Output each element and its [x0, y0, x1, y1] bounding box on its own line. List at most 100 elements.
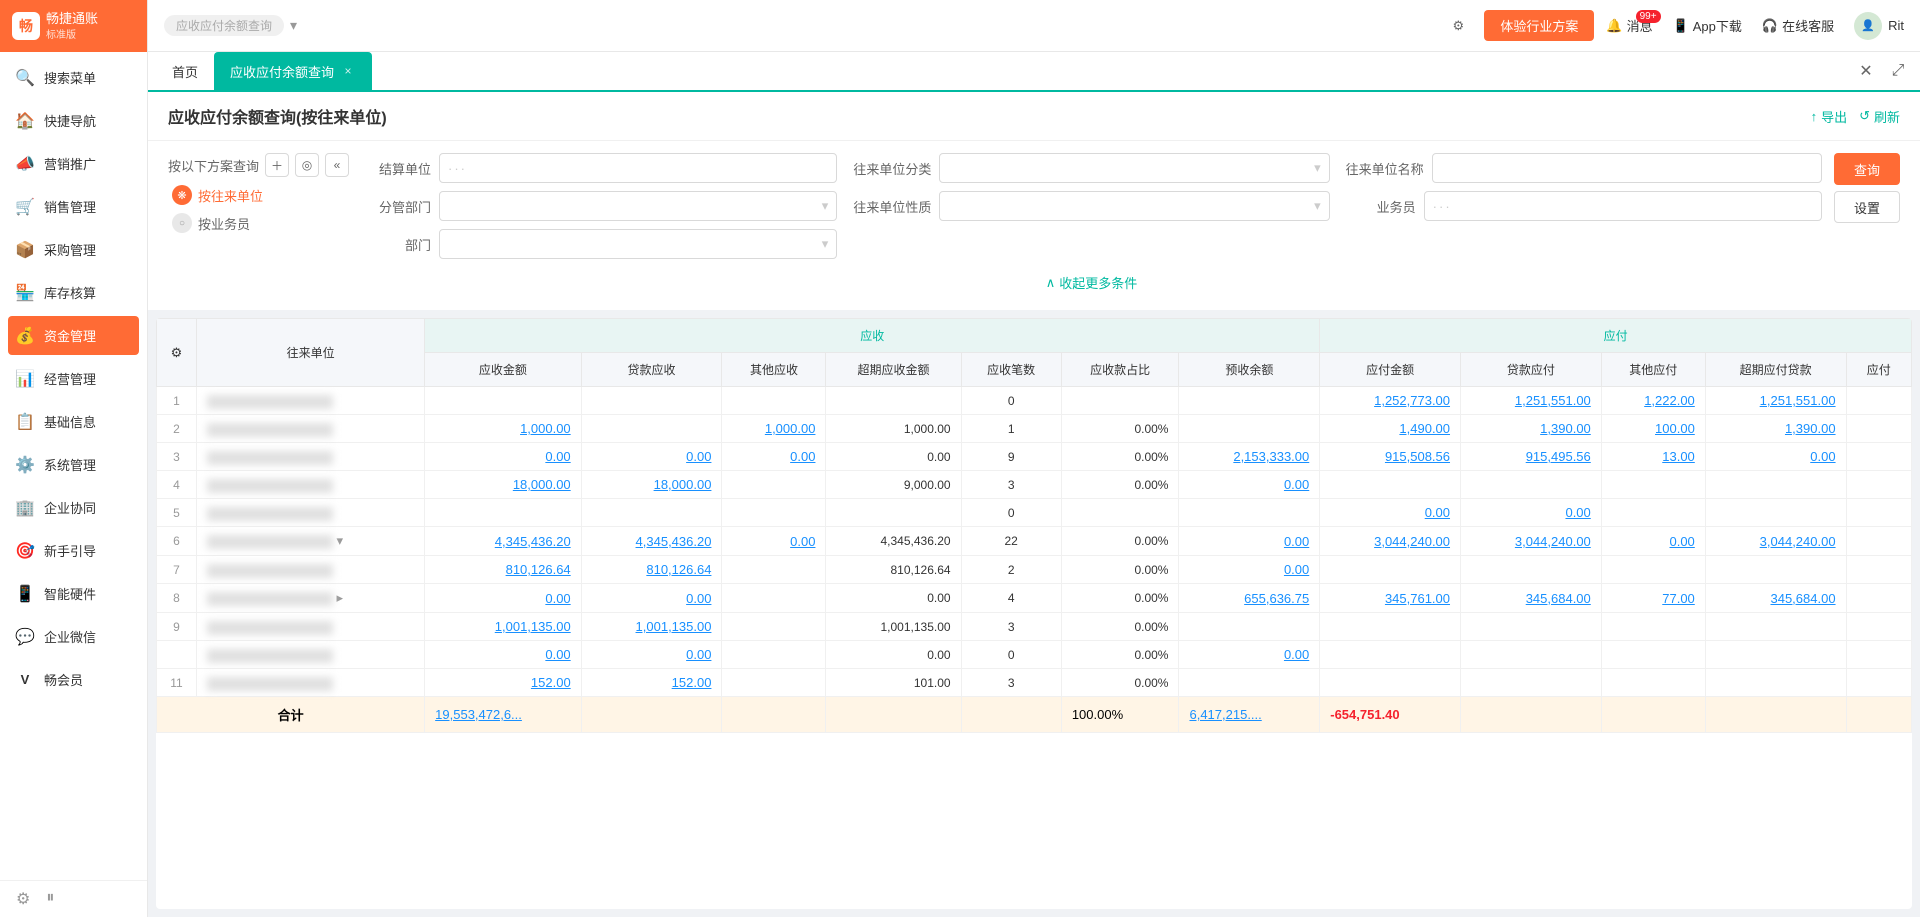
footer-ys-overdue — [826, 697, 961, 733]
header-gear[interactable]: ⚙ — [1444, 12, 1472, 40]
messages-btn[interactable]: 🔔 消息 99+ — [1606, 16, 1652, 35]
footer-ys-amount[interactable]: 19,553,472,6... — [425, 697, 582, 733]
footer-ys-count — [961, 697, 1061, 733]
col-group-yingfu: 应付 — [1320, 319, 1912, 353]
settlement-unit-input[interactable]: ··· — [439, 153, 837, 183]
sidebar-logo: 畅 畅捷通账 标准版 — [0, 0, 147, 52]
sidebar-item-operations[interactable]: 📊 经营管理 — [0, 357, 147, 400]
sidebar-item-system[interactable]: ⚙️ 系统管理 — [0, 443, 147, 486]
cell-partner: ██████████ — [197, 387, 425, 415]
user-menu[interactable]: 👤 Rit — [1854, 12, 1904, 40]
search-icon: 🔍 — [16, 69, 34, 87]
filter-header-label: 按以下方案查询 — [168, 156, 259, 175]
user-avatar: 👤 — [1854, 12, 1882, 40]
col-ys-ratio: 应收款占比 — [1061, 353, 1179, 387]
table-row: 7██████████810,126.64810,126.64810,126.6… — [157, 556, 1912, 584]
table-row: 8██████████ ▸0.000.000.0040.00%655,636.7… — [157, 584, 1912, 613]
header-right: 🔔 消息 99+ 📱 App下载 🎧 在线客服 👤 Rit — [1606, 12, 1904, 40]
salesperson-input[interactable]: ··· — [1424, 191, 1822, 221]
cell-partner: ██████████ ▸ — [197, 584, 425, 613]
table-row: 9██████████1,001,135.001,001,135.001,001… — [157, 613, 1912, 641]
query-btn[interactable]: 查询 — [1834, 153, 1900, 185]
sidebar: 畅 畅捷通账 标准版 🔍 搜索菜单 🏠 快捷导航 📣 营销推广 🛒 销售管理 📦… — [0, 0, 148, 917]
filter-dept: 部门 ▾ — [361, 229, 837, 259]
tab-minimize-btn[interactable]: ✕ — [1852, 57, 1880, 85]
col-yf-overdue: 超期应付贷款 — [1705, 353, 1846, 387]
purchase-icon: 📦 — [16, 241, 34, 259]
collapse-bottom-icon[interactable]: ⏸ — [46, 889, 54, 909]
export-btn[interactable]: ↑ 导出 — [1811, 107, 1848, 126]
refresh-btn[interactable]: ↺ 刷新 — [1859, 107, 1900, 126]
sidebar-item-guide[interactable]: 🎯 新手引导 — [0, 529, 147, 572]
col-ys-advance: 预收余额 — [1179, 353, 1320, 387]
enterprise-icon: 🏢 — [16, 499, 34, 517]
sidebar-item-quicknav[interactable]: 🏠 快捷导航 — [0, 99, 147, 142]
sidebar-item-smarthw[interactable]: 📱 智能硬件 — [0, 572, 147, 615]
operations-icon: 📊 — [16, 370, 34, 388]
tab-close-icon[interactable]: × — [340, 63, 356, 79]
export-icon: ↑ — [1811, 109, 1818, 124]
cell-partner: ██████████ — [197, 669, 425, 697]
promo-button[interactable]: 体验行业方案 — [1484, 10, 1594, 41]
sidebar-item-finance[interactable]: 💰 资金管理 — [8, 316, 139, 355]
table-settings-icon[interactable]: ⚙ — [171, 345, 183, 360]
support-btn[interactable]: 🎧 在线客服 — [1762, 16, 1834, 35]
sidebar-item-purchase[interactable]: 📦 采购管理 — [0, 228, 147, 271]
cell-partner: ██████████ — [197, 415, 425, 443]
footer-yf-loan — [1461, 697, 1602, 733]
tab-home[interactable]: 首页 — [156, 52, 214, 92]
table-row: 3██████████0.000.000.000.0090.00%2,153,3… — [157, 443, 1912, 471]
col-yf-more: 应付 — [1846, 353, 1911, 387]
data-table-section: ⚙ 往来单位 应收 应付 应收金额 贷款应收 其他应收 超期应收金额 应收笔数 — [156, 318, 1912, 909]
footer-ys-advance[interactable]: 6,417,215.... — [1179, 697, 1320, 733]
footer-ys-other — [722, 697, 826, 733]
home-icon: 🏠 — [16, 112, 34, 130]
unit-name-input[interactable] — [1432, 153, 1822, 183]
filter-unit-name: 往来单位名称 — [1346, 153, 1822, 183]
sidebar-item-search[interactable]: 🔍 搜索菜单 — [0, 56, 147, 99]
tab-maximize-btn[interactable]: ⤢ — [1884, 57, 1912, 85]
app-download-btn[interactable]: 📱 App下载 — [1673, 16, 1742, 35]
view-option-partner[interactable]: ❋ 按往来单位 — [168, 185, 349, 205]
settings-bottom-icon[interactable]: ⚙ — [16, 889, 30, 909]
tab-accounts-query[interactable]: 应收应付余额查询 × — [214, 52, 372, 92]
sidebar-item-member[interactable]: V 畅会员 — [0, 658, 147, 701]
headset-icon: 🎧 — [1762, 18, 1778, 34]
setting-btn[interactable]: 设置 — [1834, 191, 1900, 223]
col-yf-other: 其他应付 — [1601, 353, 1705, 387]
filter-section: 按以下方案查询 ＋ ◎ « ❋ 按往来单位 ○ 按业务员 — [148, 141, 1920, 310]
filter-settlement: 结算单位 ··· — [361, 153, 837, 183]
department-input[interactable]: ▾ — [439, 191, 837, 221]
dept-input[interactable]: ▾ — [439, 229, 837, 259]
col-yf-loan: 贷款应付 — [1461, 353, 1602, 387]
cell-partner: ██████████ — [197, 471, 425, 499]
table-row: 2██████████1,000.001,000.001,000.0010.00… — [157, 415, 1912, 443]
col-ys-loan: 贷款应收 — [581, 353, 722, 387]
sidebar-item-marketing[interactable]: 📣 营销推广 — [0, 142, 147, 185]
sidebar-item-sales[interactable]: 🛒 销售管理 — [0, 185, 147, 228]
collapse-more-btn[interactable]: ∧ 收起更多条件 — [1046, 267, 1138, 298]
breadcrumb: 应收应付余额查询 ▾ — [164, 15, 1432, 36]
sidebar-item-inventory[interactable]: 🏪 库存核算 — [0, 271, 147, 314]
top-header: 应收应付余额查询 ▾ ⚙ 体验行业方案 🔔 消息 99+ 📱 App下载 🎧 在… — [148, 0, 1920, 52]
filter-add-btn[interactable]: ＋ — [265, 153, 289, 177]
filter-target-btn[interactable]: ◎ — [295, 153, 319, 177]
cell-partner: ██████████ ▾ — [197, 527, 425, 556]
table-container[interactable]: ⚙ 往来单位 应收 应付 应收金额 贷款应收 其他应收 超期应收金额 应收笔数 — [156, 318, 1912, 909]
refresh-icon: ↺ — [1859, 108, 1870, 124]
col-partner: 往来单位 — [197, 319, 425, 387]
filter-collapse-btn[interactable]: « — [325, 153, 349, 177]
logo-icon: 畅 — [12, 12, 40, 40]
sidebar-item-wechat[interactable]: 💬 企业微信 — [0, 615, 147, 658]
view-option-salesperson[interactable]: ○ 按业务员 — [168, 213, 349, 233]
col-ys-amount: 应收金额 — [425, 353, 582, 387]
breadcrumb-chevron[interactable]: ▾ — [290, 17, 297, 34]
unit-category-input[interactable]: ▾ — [939, 153, 1329, 183]
col-settings[interactable]: ⚙ — [157, 319, 197, 387]
guide-icon: 🎯 — [16, 542, 34, 560]
sidebar-item-basicinfo[interactable]: 📋 基础信息 — [0, 400, 147, 443]
phone-icon: 📱 — [1673, 18, 1689, 34]
partner-option-label: 按往来单位 — [198, 186, 263, 205]
unit-nature-input[interactable]: ▾ — [939, 191, 1329, 221]
sidebar-item-enterprise[interactable]: 🏢 企业协同 — [0, 486, 147, 529]
